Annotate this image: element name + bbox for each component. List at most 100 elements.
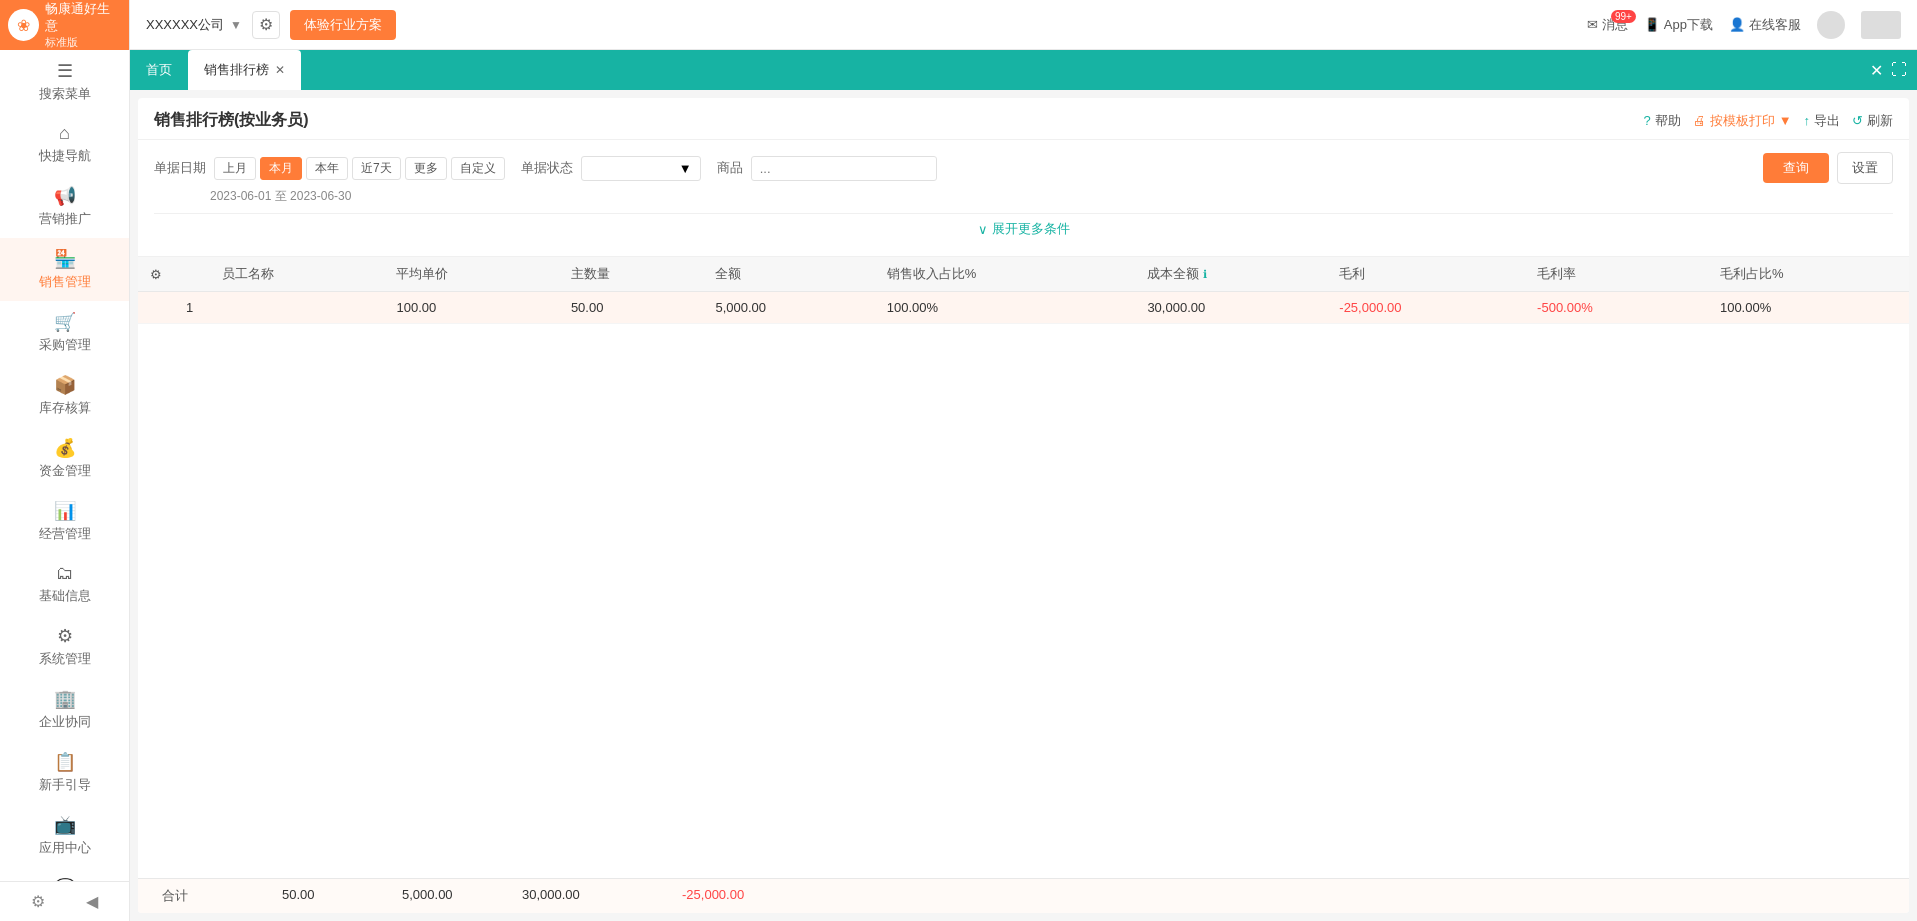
basic-info-icon: 🗂 — [56, 563, 74, 584]
date-btn-last-month[interactable]: 上月 — [214, 157, 256, 180]
sidebar-item-purchase[interactable]: 🛒 采购管理 — [0, 301, 129, 364]
col-avg-price: 平均单价 — [384, 257, 558, 292]
sales-icon: 🏪 — [54, 248, 76, 270]
date-buttons: 上月 本月 本年 近7天 更多 自定义 — [214, 157, 505, 180]
message-badge: 99+ — [1611, 10, 1636, 23]
row-gross-pct: 100.00% — [1708, 292, 1909, 324]
col-gross-rate: 毛利率 — [1525, 257, 1708, 292]
row-avg-price: 100.00 — [384, 292, 558, 324]
sidebar-item-guide[interactable]: 📋 新手引导 — [0, 741, 129, 804]
online-service-btn[interactable]: 👤 在线客服 — [1729, 16, 1801, 34]
row-cost-total: 30,000.00 — [1135, 292, 1327, 324]
content-header: 销售排行榜(按业务员) ? 帮助 🖨 按模板打印 ▼ ↑ 导出 — [138, 98, 1909, 140]
tab-home[interactable]: 首页 — [130, 50, 188, 90]
status-filter-label: 单据状态 — [521, 159, 573, 177]
sidebar: ❀ 畅康通好生意 标准版 ☰ 搜索菜单 ⌂ 快捷导航 📢 营销推广 🏪 销售管理… — [0, 0, 130, 921]
row-employee — [210, 292, 384, 324]
topbar-gear-btn[interactable]: ⚙ — [252, 11, 280, 39]
query-button[interactable]: 查询 — [1763, 153, 1829, 183]
user-name-area — [1861, 11, 1901, 39]
tabbar: 首页 销售排行榜 ✕ ✕ ⛶ — [130, 50, 1917, 90]
message-icon: ✉ — [1587, 17, 1598, 32]
system-icon: ⚙ — [57, 625, 73, 647]
footer-gross: -25,000.00 — [670, 887, 756, 905]
row-gross: -25,000.00 — [1327, 292, 1525, 324]
sidebar-item-basic-info[interactable]: 🗂 基础信息 — [0, 553, 129, 615]
date-btn-this-year[interactable]: 本年 — [306, 157, 348, 180]
data-table: ⚙ 员工名称 平均单价 主数量 全额 销售收入占比% 成本全额 ℹ 毛利 毛利率… — [138, 257, 1909, 324]
expand-more-btn[interactable]: ∨ 展开更多条件 — [154, 213, 1893, 244]
help-icon: ? — [1643, 113, 1650, 128]
collapse-sidebar-btn[interactable]: ◀ — [86, 892, 98, 911]
table-header-row: ⚙ 员工名称 平均单价 主数量 全额 销售收入占比% 成本全额 ℹ 毛利 毛利率… — [138, 257, 1909, 292]
sidebar-item-sales[interactable]: 🏪 销售管理 — [0, 238, 129, 301]
settings-footer-btn[interactable]: ⚙ — [31, 892, 45, 911]
date-range-display: 2023-06-01 至 2023-06-30 — [154, 188, 1893, 205]
tab-close-window-btn[interactable]: ✕ — [1870, 61, 1883, 80]
sidebar-item-system[interactable]: ⚙ 系统管理 — [0, 615, 129, 678]
status-select[interactable]: ▼ — [581, 156, 701, 181]
footer-cost-total: 30,000.00 — [510, 887, 670, 905]
user-avatar[interactable] — [1817, 11, 1845, 39]
tab-sales-rank[interactable]: 销售排行榜 ✕ — [188, 50, 301, 90]
sidebar-item-finance[interactable]: 💰 资金管理 — [0, 427, 129, 490]
refresh-btn[interactable]: ↺ 刷新 — [1852, 112, 1893, 130]
quick-nav-icon: ⌂ — [59, 123, 70, 144]
app-download-label: App下载 — [1664, 16, 1713, 34]
sidebar-item-quick-nav[interactable]: ⌂ 快捷导航 — [0, 113, 129, 175]
footer-total: 5,000.00 — [390, 887, 510, 905]
col-main-qty: 主数量 — [559, 257, 704, 292]
sidebar-item-operation[interactable]: 📊 经营管理 — [0, 490, 129, 553]
logo-icon: ❀ — [8, 9, 39, 41]
goods-input[interactable] — [760, 161, 928, 176]
refresh-icon: ↺ — [1852, 113, 1863, 128]
sidebar-item-app-center[interactable]: 📺 应用中心 — [0, 804, 129, 867]
col-gross-pct: 毛利占比% — [1708, 257, 1909, 292]
goods-filter-label: 商品 — [717, 159, 743, 177]
date-btn-this-month[interactable]: 本月 — [260, 157, 302, 180]
sidebar-item-wechat[interactable]: 💬 企业微信 — [0, 867, 129, 881]
date-btn-more[interactable]: 更多 — [405, 157, 447, 180]
date-btn-7days[interactable]: 近7天 — [352, 157, 401, 180]
row-settings-icon — [138, 292, 174, 324]
export-icon: ↑ — [1804, 113, 1811, 128]
operation-icon: 📊 — [54, 500, 76, 522]
sidebar-item-inventory[interactable]: 📦 库存核算 — [0, 364, 129, 427]
search-order-icon: ☰ — [57, 60, 73, 82]
table-area: ⚙ 员工名称 平均单价 主数量 全额 销售收入占比% 成本全额 ℹ 毛利 毛利率… — [138, 257, 1909, 878]
trial-btn[interactable]: 体验行业方案 — [290, 10, 396, 40]
setting-button[interactable]: 设置 — [1837, 152, 1893, 184]
sidebar-item-marketing[interactable]: 📢 营销推广 — [0, 175, 129, 238]
col-rank — [174, 257, 210, 292]
col-gross: 毛利 — [1327, 257, 1525, 292]
help-btn[interactable]: ? 帮助 — [1643, 112, 1680, 130]
main-area: XXXXXX公司 ▼ ⚙ 体验行业方案 ✉ 消息 99+ 📱 App下载 👤 在… — [130, 0, 1917, 921]
goods-input-wrapper — [751, 156, 937, 181]
col-settings: ⚙ — [138, 257, 174, 292]
finance-icon: 💰 — [54, 437, 76, 459]
date-btn-custom[interactable]: 自定义 — [451, 157, 505, 180]
topbar-right: ✉ 消息 99+ 📱 App下载 👤 在线客服 — [1587, 11, 1901, 39]
service-icon: 👤 — [1729, 17, 1745, 32]
sidebar-logo: ❀ 畅康通好生意 标准版 — [0, 0, 129, 50]
sidebar-item-search-order[interactable]: ☰ 搜索菜单 — [0, 50, 129, 113]
message-btn[interactable]: ✉ 消息 99+ — [1587, 16, 1628, 34]
status-select-arrow: ▼ — [679, 161, 692, 176]
col-sales-pct: 销售收入占比% — [875, 257, 1136, 292]
header-actions: ? 帮助 🖨 按模板打印 ▼ ↑ 导出 ↺ 刷新 — [1643, 112, 1893, 130]
filter-row-1: 单据日期 上月 本月 本年 近7天 更多 自定义 单据状态 — [154, 152, 1893, 184]
filter-area: 单据日期 上月 本月 本年 近7天 更多 自定义 单据状态 — [138, 140, 1909, 257]
date-filter: 单据日期 上月 本月 本年 近7天 更多 自定义 — [154, 157, 505, 180]
row-sales-pct: 100.00% — [875, 292, 1136, 324]
company-selector[interactable]: XXXXXX公司 ▼ — [146, 16, 242, 34]
export-btn[interactable]: ↑ 导出 — [1804, 112, 1841, 130]
footer-label: 合计 — [150, 887, 270, 905]
col-total: 全额 — [703, 257, 874, 292]
print-btn[interactable]: 🖨 按模板打印 ▼ — [1693, 112, 1792, 130]
sidebar-footer: ⚙ ◀ — [0, 881, 129, 921]
sidebar-item-enterprise[interactable]: 🏢 企业协同 — [0, 678, 129, 741]
app-download-btn[interactable]: 📱 App下载 — [1644, 16, 1713, 34]
enterprise-icon: 🏢 — [54, 688, 76, 710]
tab-fullscreen-btn[interactable]: ⛶ — [1891, 61, 1907, 79]
tab-close-icon[interactable]: ✕ — [275, 63, 285, 77]
